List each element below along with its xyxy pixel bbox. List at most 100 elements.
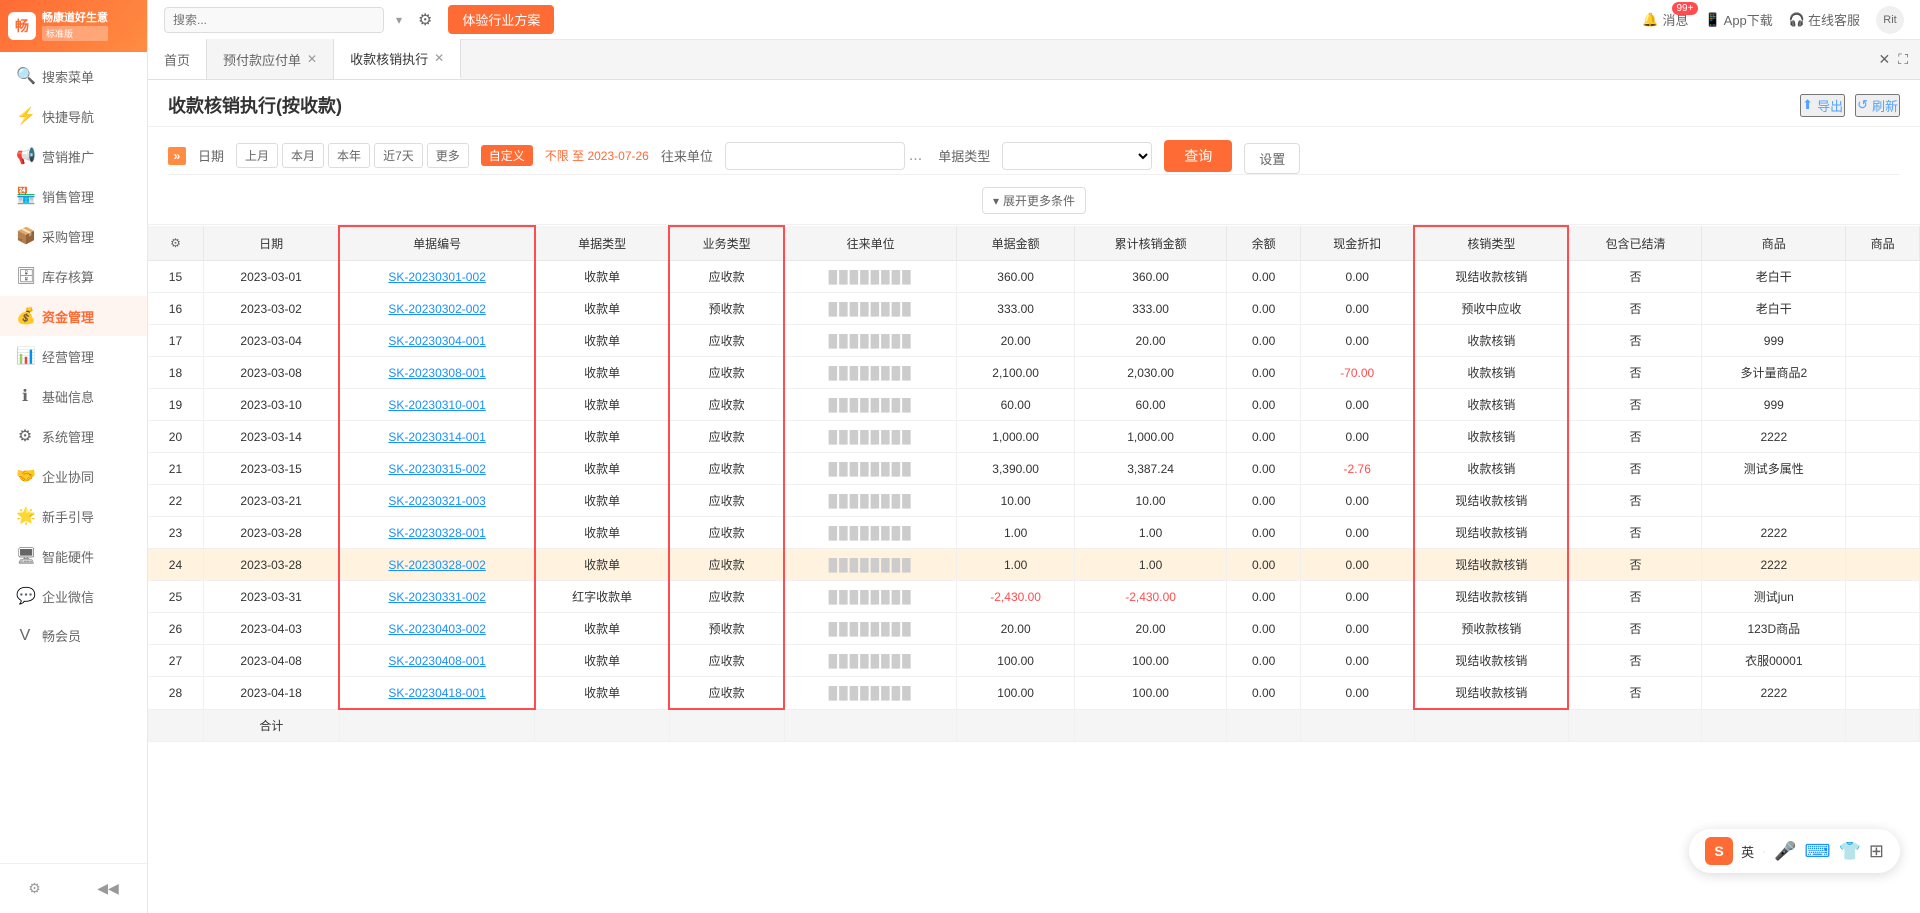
- tab-home[interactable]: 首页: [148, 39, 207, 79]
- cell-1-2[interactable]: SK-20230302-002: [339, 293, 535, 325]
- cell-5-2[interactable]: SK-20230314-001: [339, 421, 535, 453]
- cell-6-2[interactable]: SK-20230315-002: [339, 453, 535, 485]
- more-date-btn[interactable]: 更多: [427, 143, 469, 168]
- tab-prepay[interactable]: 预付款应付单 ✕: [207, 39, 334, 79]
- order-link[interactable]: SK-20230315-002: [388, 462, 485, 476]
- sidebar-item-inventory[interactable]: 🗄库存核算: [0, 256, 147, 296]
- cell-10-5: ████████: [784, 581, 957, 613]
- user-avatar[interactable]: Rit: [1876, 6, 1904, 34]
- sidebar-item-purchase[interactable]: 📦采购管理: [0, 216, 147, 256]
- cell-11-2[interactable]: SK-20230403-002: [339, 613, 535, 645]
- cell-2-2[interactable]: SK-20230304-001: [339, 325, 535, 357]
- cell-4-12: 999: [1702, 389, 1846, 421]
- export-btn[interactable]: ⬆ 导出: [1800, 94, 1845, 117]
- expand-filter-icon[interactable]: »: [168, 147, 186, 165]
- cell-9-4: 应收款: [669, 549, 784, 581]
- cell-11-9: 0.00: [1301, 613, 1415, 645]
- mic-icon[interactable]: 🎤: [1774, 841, 1796, 862]
- this-month-btn[interactable]: 本月: [282, 143, 324, 168]
- app-download-link[interactable]: 📱 App下载: [1704, 10, 1772, 29]
- title-actions: ⬆ 导出 ↺ 刷新: [1800, 94, 1900, 117]
- cell-3-2[interactable]: SK-20230308-001: [339, 357, 535, 389]
- sidebar-item-quick[interactable]: ⚡快捷导航: [0, 96, 147, 136]
- search-input[interactable]: [164, 7, 384, 33]
- tab-close-collection[interactable]: ✕: [434, 51, 444, 65]
- order-link[interactable]: SK-20230304-001: [388, 334, 485, 348]
- sidebar-item-hardware[interactable]: 🖥智能硬件: [0, 536, 147, 576]
- order-link[interactable]: SK-20230314-001: [388, 430, 485, 444]
- tab-collection[interactable]: 收款核销执行 ✕: [334, 39, 461, 79]
- order-link[interactable]: SK-20230301-002: [388, 270, 485, 284]
- sidebar-item-operation[interactable]: 📊经营管理: [0, 336, 147, 376]
- custom-date-btn[interactable]: 自定义: [481, 145, 533, 166]
- cell-12-2[interactable]: SK-20230408-001: [339, 645, 535, 677]
- grid-icon[interactable]: ⊞: [1869, 841, 1884, 862]
- cell-5-0: 20: [148, 421, 203, 453]
- refresh-btn[interactable]: ↺ 刷新: [1855, 94, 1900, 117]
- sidebar-logo: 畅 畅康道好生意 标准版: [0, 0, 147, 52]
- cell-4-2[interactable]: SK-20230310-001: [339, 389, 535, 421]
- industry-btn[interactable]: 体验行业方案: [448, 5, 554, 34]
- order-link[interactable]: SK-20230331-002: [388, 590, 485, 604]
- col-settings-icon[interactable]: ⚙: [170, 236, 181, 250]
- keyboard-icon[interactable]: ⌨: [1805, 841, 1831, 862]
- sidebar-item-guide[interactable]: 🌟新手引导: [0, 496, 147, 536]
- last-7days-btn[interactable]: 近7天: [374, 143, 423, 168]
- cell-4-13: [1846, 389, 1920, 421]
- order-link[interactable]: SK-20230310-001: [388, 398, 485, 412]
- sidebar-item-basic[interactable]: ℹ基础信息: [0, 376, 147, 416]
- tab-label-collection: 收款核销执行: [350, 49, 428, 68]
- order-link[interactable]: SK-20230308-001: [388, 366, 485, 380]
- shirt-icon[interactable]: 👕: [1838, 841, 1860, 862]
- cell-8-2[interactable]: SK-20230328-001: [339, 517, 535, 549]
- sidebar-item-system[interactable]: ⚙系统管理: [0, 416, 147, 456]
- cell-8-12: 2222: [1702, 517, 1846, 549]
- sidebar-item-wechat[interactable]: 💬企业微信: [0, 576, 147, 616]
- order-link[interactable]: SK-20230408-001: [388, 654, 485, 668]
- query-btn[interactable]: 查询: [1164, 140, 1232, 172]
- messages-btn[interactable]: 🔔 消息 99+: [1642, 10, 1688, 29]
- tab-label-prepay: 预付款应付单: [223, 50, 301, 69]
- tab-close-prepay[interactable]: ✕: [307, 52, 317, 66]
- sidebar-item-search[interactable]: 🔍搜索菜单: [0, 56, 147, 96]
- sidebar-item-enterprise[interactable]: 🤝企业协同: [0, 456, 147, 496]
- sidebar-item-marketing[interactable]: 📢营销推广: [0, 136, 147, 176]
- order-link[interactable]: SK-20230328-002: [388, 558, 485, 572]
- setting-btn[interactable]: 设置: [1244, 143, 1300, 174]
- expand-conditions-btn[interactable]: ▾ 展开更多条件: [982, 187, 1086, 214]
- last-month-btn[interactable]: 上月: [236, 143, 278, 168]
- gear-icon[interactable]: ⚙: [414, 6, 436, 34]
- cell-13-2[interactable]: SK-20230418-001: [339, 677, 535, 710]
- order-link[interactable]: SK-20230302-002: [388, 302, 485, 316]
- table-area[interactable]: ⚙日期单据编号单据类型业务类型往来单位单据金额累计核销金额余额现金折扣核销类型包…: [148, 225, 1920, 913]
- order-link[interactable]: SK-20230403-002: [388, 622, 485, 636]
- total-cell-3: [535, 709, 669, 741]
- cell-7-2[interactable]: SK-20230321-003: [339, 485, 535, 517]
- tab-label-home: 首页: [164, 50, 190, 69]
- cell-5-3: 收款单: [535, 421, 669, 453]
- cell-13-0: 28: [148, 677, 203, 710]
- order-link[interactable]: SK-20230328-001: [388, 526, 485, 540]
- maximize-icon[interactable]: ⛶: [1898, 51, 1908, 68]
- settings-bottom-icon[interactable]: ⚙: [22, 874, 47, 903]
- cell-10-2[interactable]: SK-20230331-002: [339, 581, 535, 613]
- partner-input[interactable]: [725, 142, 905, 170]
- sidebar-item-finance[interactable]: 💰资金管理: [0, 296, 147, 336]
- order-link[interactable]: SK-20230418-001: [388, 686, 485, 700]
- sidebar-item-member[interactable]: V畅会员: [0, 616, 147, 655]
- dropdown-arrow-icon[interactable]: ▾: [396, 13, 402, 27]
- this-year-btn[interactable]: 本年: [328, 143, 370, 168]
- cell-9-2[interactable]: SK-20230328-002: [339, 549, 535, 581]
- sidebar-item-sales[interactable]: 🏪销售管理: [0, 176, 147, 216]
- close-tab-icon[interactable]: ✕: [1878, 51, 1890, 68]
- cell-11-8: 0.00: [1227, 613, 1301, 645]
- cell-4-5: ████████: [784, 389, 957, 421]
- voucher-type-select[interactable]: [1002, 142, 1152, 170]
- cell-0-2[interactable]: SK-20230301-002: [339, 261, 535, 293]
- online-service-link[interactable]: 🎧 在线客服: [1789, 10, 1860, 29]
- partner-dots[interactable]: ...: [905, 147, 926, 165]
- order-link[interactable]: SK-20230321-003: [388, 494, 485, 508]
- collapse-icon[interactable]: ◀◀: [91, 874, 125, 903]
- cell-3-7: 2,030.00: [1074, 357, 1226, 389]
- cell-1-4: 预收款: [669, 293, 784, 325]
